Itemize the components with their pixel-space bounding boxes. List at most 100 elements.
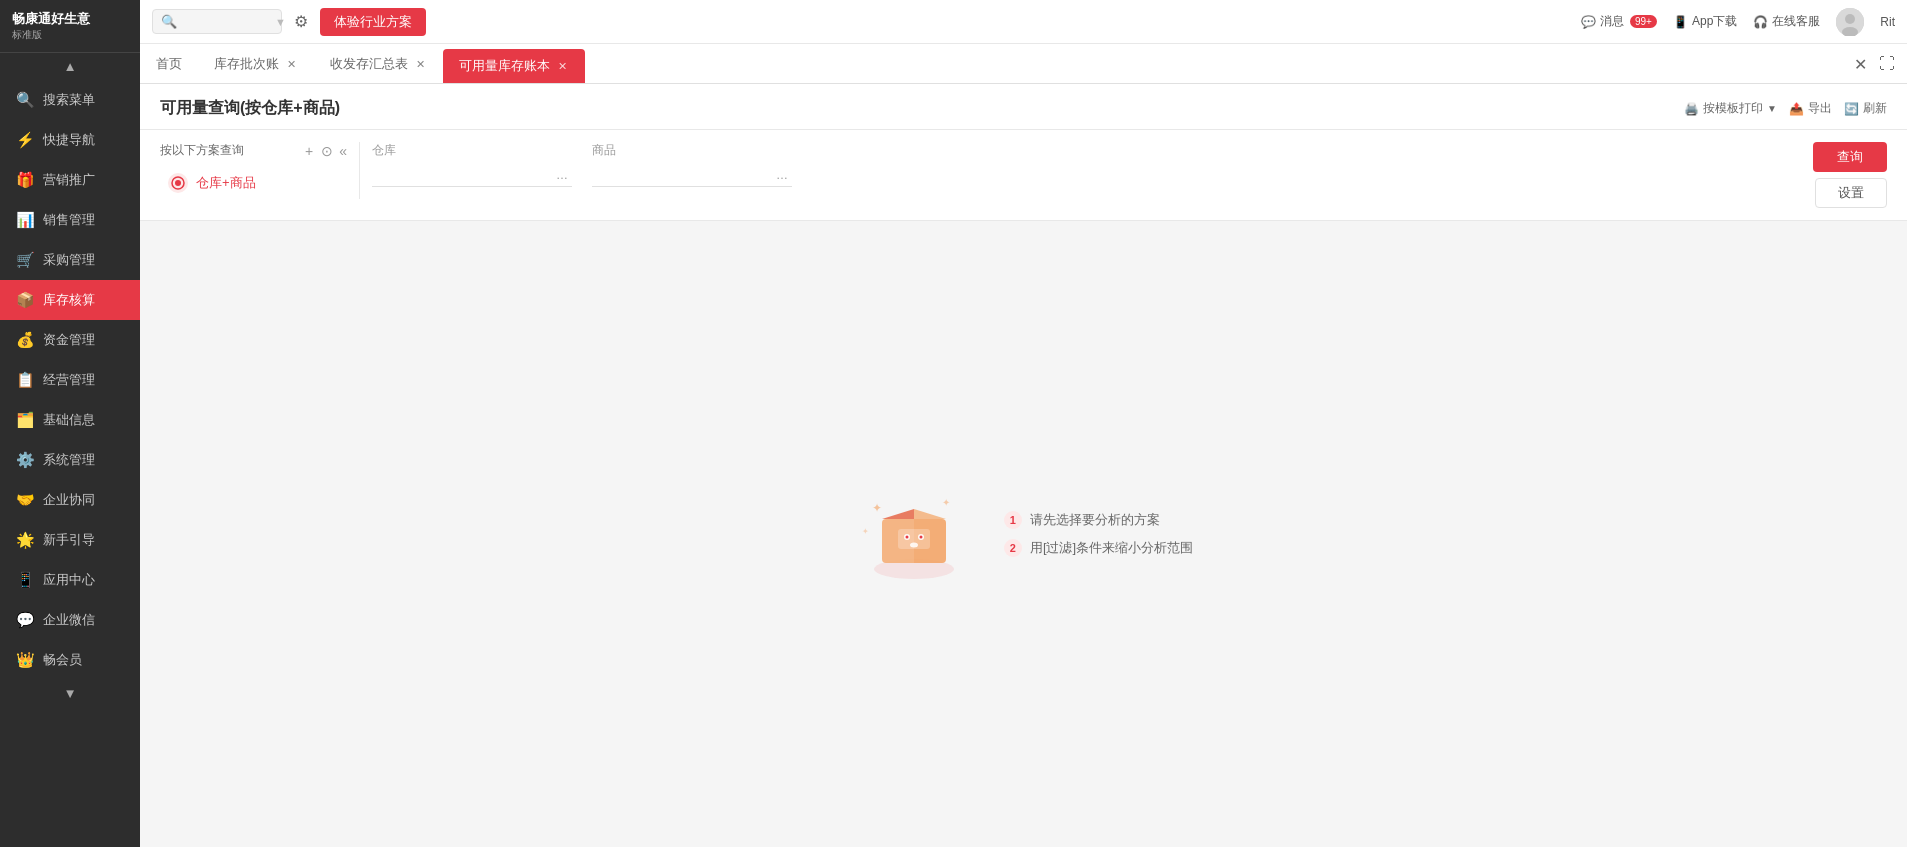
chart-icon: 📊 bbox=[16, 211, 35, 229]
sidebar-item-label: 应用中心 bbox=[43, 571, 95, 589]
sidebar-item-sales[interactable]: 📊 销售管理 bbox=[0, 200, 140, 240]
filter-schemes-panel: 按以下方案查询 + ⊙ « 仓库+商品 bbox=[160, 142, 360, 199]
tab-available-ledger-label: 可用量库存账本 bbox=[459, 57, 550, 75]
sidebar-item-label: 营销推广 bbox=[43, 171, 95, 189]
tab-available-ledger-close[interactable]: ✕ bbox=[556, 60, 569, 73]
sidebar-item-search[interactable]: 🔍 搜索菜单 bbox=[0, 80, 140, 120]
sidebar-scroll-up[interactable]: ▲ bbox=[0, 53, 140, 80]
sidebar-item-wechat[interactable]: 💬 企业微信 bbox=[0, 600, 140, 640]
brand-name: 畅康通好生意 bbox=[12, 10, 128, 28]
content-area: 可用量查询(按仓库+商品) 🖨️ 按模板打印 ▼ 📤 导出 🔄 刷新 bbox=[140, 84, 1907, 847]
sidebar-item-label: 企业微信 bbox=[43, 611, 95, 629]
sidebar-item-operation[interactable]: 📋 经营管理 bbox=[0, 360, 140, 400]
empty-state-content: ✦ ✦ ✦ 1 请先选择要分析的方案 2 用[过滤]条件来缩小分析范围 bbox=[854, 474, 1193, 594]
sidebar-item-marketing[interactable]: 🎁 营销推广 bbox=[0, 160, 140, 200]
goods-more-button[interactable]: … bbox=[776, 168, 788, 182]
goods-input-wrapper: … bbox=[592, 163, 792, 187]
main-area: 🔍 ▼ ⚙ 体验行业方案 💬 消息 99+ 📱 App下载 🎧 在线客服 bbox=[140, 0, 1907, 847]
svg-point-4 bbox=[175, 180, 181, 186]
filter-area: 按以下方案查询 + ⊙ « 仓库+商品 仓库 bbox=[140, 130, 1907, 221]
export-button[interactable]: 📤 导出 bbox=[1789, 100, 1832, 117]
sidebar-item-apps[interactable]: 📱 应用中心 bbox=[0, 560, 140, 600]
scheme-item-warehouse-goods[interactable]: 仓库+商品 bbox=[160, 167, 347, 199]
sidebar-brand: 畅康通好生意 标准版 bbox=[0, 0, 140, 53]
box-icon: 📦 bbox=[16, 291, 35, 309]
online-service-button[interactable]: 🎧 在线客服 bbox=[1753, 13, 1820, 30]
sidebar-item-label: 库存核算 bbox=[43, 291, 95, 309]
gear-icon: ⚙️ bbox=[16, 451, 35, 469]
filter-field-warehouse: 仓库 … bbox=[372, 142, 572, 187]
warehouse-more-button[interactable]: … bbox=[556, 168, 568, 182]
search-icon: 🔍 bbox=[16, 91, 35, 109]
tab-receipt-summary[interactable]: 收发存汇总表 ✕ bbox=[314, 47, 443, 83]
warehouse-input[interactable] bbox=[372, 167, 552, 182]
refresh-label: 刷新 bbox=[1863, 100, 1887, 117]
sidebar-item-basic[interactable]: 🗂️ 基础信息 bbox=[0, 400, 140, 440]
topbar: 🔍 ▼ ⚙ 体验行业方案 💬 消息 99+ 📱 App下载 🎧 在线客服 bbox=[140, 0, 1907, 44]
brand-tag: 标准版 bbox=[12, 28, 128, 42]
sidebar-item-label: 搜索菜单 bbox=[43, 91, 95, 109]
goods-field-label: 商品 bbox=[592, 142, 792, 159]
tab-receipt-summary-close[interactable]: ✕ bbox=[414, 58, 427, 71]
expand-tab-button[interactable]: ⛶ bbox=[1875, 51, 1899, 77]
svg-point-14 bbox=[919, 536, 922, 539]
scheme-actions: + ⊙ « bbox=[303, 143, 347, 159]
tab-available-ledger[interactable]: 可用量库存账本 ✕ bbox=[443, 49, 585, 83]
cart-icon: 🛒 bbox=[16, 251, 35, 269]
industry-solution-button[interactable]: 体验行业方案 bbox=[320, 8, 426, 36]
phone-icon: 📱 bbox=[1673, 15, 1688, 29]
add-scheme-button[interactable]: + bbox=[303, 143, 315, 159]
messages-button[interactable]: 💬 消息 99+ bbox=[1581, 13, 1657, 30]
svg-point-13 bbox=[905, 536, 908, 539]
scheme-icon bbox=[168, 173, 188, 193]
goods-input[interactable] bbox=[592, 167, 772, 182]
query-button[interactable]: 查询 bbox=[1813, 142, 1887, 172]
sidebar-item-system[interactable]: ⚙️ 系统管理 bbox=[0, 440, 140, 480]
search-icon: 🔍 bbox=[161, 14, 177, 29]
app-download-button[interactable]: 📱 App下载 bbox=[1673, 13, 1737, 30]
warehouse-input-wrapper: … bbox=[372, 163, 572, 187]
username-label[interactable]: Rit bbox=[1880, 15, 1895, 29]
topbar-gear-button[interactable]: ⚙ bbox=[290, 8, 312, 35]
refresh-button[interactable]: 🔄 刷新 bbox=[1844, 100, 1887, 117]
sidebar-item-quicknav[interactable]: ⚡ 快捷导航 bbox=[0, 120, 140, 160]
empty-illustration: ✦ ✦ ✦ bbox=[854, 474, 974, 594]
chevron-down-icon: ▼ bbox=[275, 16, 286, 28]
scheme-settings-button[interactable]: ⊙ bbox=[319, 143, 335, 159]
sidebar-item-label: 畅会员 bbox=[43, 651, 82, 669]
sidebar-item-newbie[interactable]: 🌟 新手引导 bbox=[0, 520, 140, 560]
tab-batch-ledger-close[interactable]: ✕ bbox=[285, 58, 298, 71]
print-dropdown-icon: ▼ bbox=[1767, 103, 1777, 114]
sidebar-item-member[interactable]: 👑 畅会员 bbox=[0, 640, 140, 680]
crown-icon: 👑 bbox=[16, 651, 35, 669]
close-all-tabs-button[interactable]: ✕ bbox=[1850, 50, 1871, 77]
tab-receipt-summary-label: 收发存汇总表 bbox=[330, 55, 408, 73]
svg-point-1 bbox=[1845, 14, 1855, 24]
filter-settings-button[interactable]: 设置 bbox=[1815, 178, 1887, 208]
tip-text-2: 用[过滤]条件来缩小分析范围 bbox=[1030, 539, 1193, 557]
tab-home[interactable]: 首页 bbox=[140, 47, 198, 83]
topbar-search-input[interactable] bbox=[181, 15, 271, 29]
sidebar-item-purchase[interactable]: 🛒 采购管理 bbox=[0, 240, 140, 280]
tip-num-1: 1 bbox=[1004, 511, 1022, 529]
svg-marker-7 bbox=[882, 509, 914, 519]
warehouse-field-label: 仓库 bbox=[372, 142, 572, 159]
empty-tip-1: 1 请先选择要分析的方案 bbox=[1004, 511, 1193, 529]
bell-icon: 💬 bbox=[1581, 15, 1596, 29]
sidebar-scroll-down[interactable]: ▼ bbox=[0, 680, 140, 707]
svg-text:✦: ✦ bbox=[862, 527, 869, 536]
gift-icon: 🎁 bbox=[16, 171, 35, 189]
filter-action-buttons: 查询 设置 bbox=[1813, 142, 1887, 208]
sidebar-item-label: 企业协同 bbox=[43, 491, 95, 509]
sidebar-item-enterprise[interactable]: 🤝 企业协同 bbox=[0, 480, 140, 520]
page-header-actions: 🖨️ 按模板打印 ▼ 📤 导出 🔄 刷新 bbox=[1684, 100, 1887, 117]
tab-batch-ledger[interactable]: 库存批次账 ✕ bbox=[198, 47, 314, 83]
collapse-schemes-button[interactable]: « bbox=[339, 143, 347, 159]
empty-state: ✦ ✦ ✦ 1 请先选择要分析的方案 2 用[过滤]条件来缩小分析范围 bbox=[140, 221, 1907, 847]
page-title: 可用量查询(按仓库+商品) bbox=[160, 98, 340, 119]
sidebar-item-finance[interactable]: 💰 资金管理 bbox=[0, 320, 140, 360]
topbar-search-box[interactable]: 🔍 ▼ bbox=[152, 9, 282, 34]
sidebar-item-inventory[interactable]: 📦 库存核算 bbox=[0, 280, 140, 320]
tabbar: 首页 库存批次账 ✕ 收发存汇总表 ✕ 可用量库存账本 ✕ ✕ ⛶ bbox=[140, 44, 1907, 84]
print-button[interactable]: 🖨️ 按模板打印 ▼ bbox=[1684, 100, 1777, 117]
